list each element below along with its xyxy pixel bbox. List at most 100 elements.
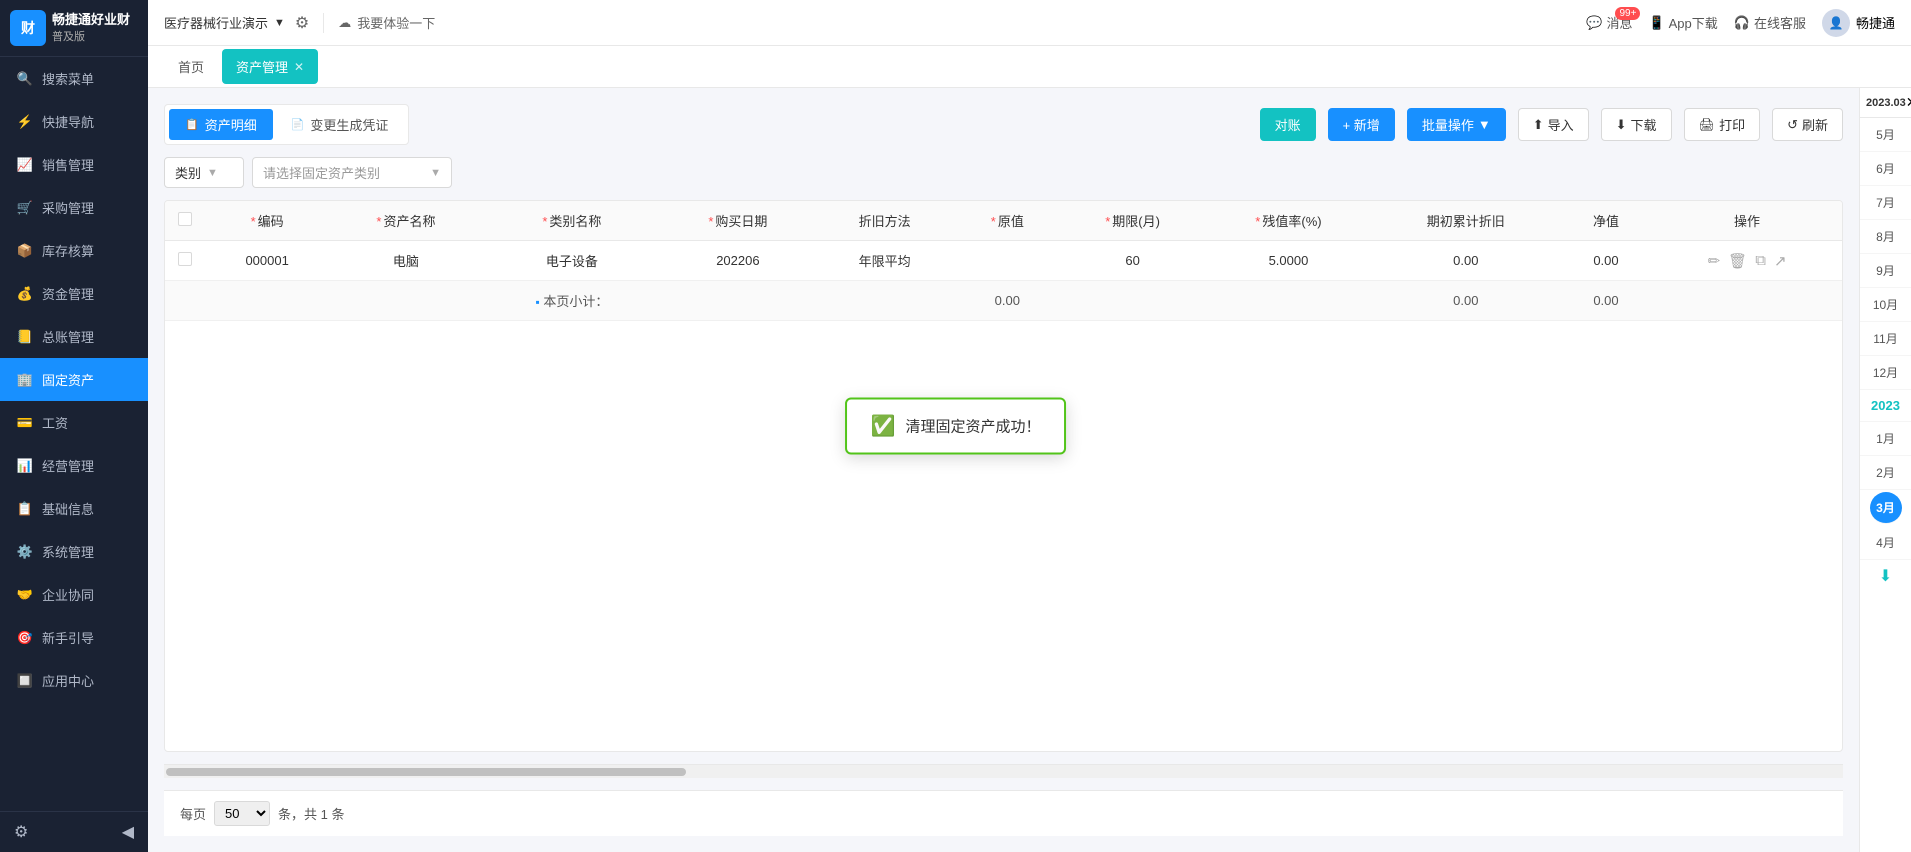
collapse-icon[interactable]: ◀ xyxy=(122,822,134,842)
down-arrow-icon[interactable]: ⬇ xyxy=(1860,560,1911,592)
row-initaccum: 0.00 xyxy=(1372,241,1560,281)
sidebar-item-search[interactable]: 🔍 搜索菜单 xyxy=(0,57,148,100)
col-actions: 操作 xyxy=(1652,201,1842,241)
row-checkbox[interactable] xyxy=(178,252,192,266)
app-download-button[interactable]: 📱 App下载 xyxy=(1648,13,1717,32)
sidebar-item-guide[interactable]: 🎯 新手引导 xyxy=(0,616,148,659)
experience-button[interactable]: ☁ 我要体验一下 xyxy=(338,13,435,32)
subtotal-empty8 xyxy=(1652,281,1842,321)
row-netvalue: 0.00 xyxy=(1560,241,1652,281)
sales-icon: 📈 xyxy=(16,156,34,174)
sidebar-item-appcenter[interactable]: 🔲 应用中心 xyxy=(0,659,148,702)
settings-icon[interactable]: ⚙ xyxy=(14,822,28,842)
sidebar-item-fixedassets[interactable]: 🏢 固定资产 xyxy=(0,358,148,401)
subtotal-empty5 xyxy=(815,281,955,321)
sidebar-item-cooperation[interactable]: 🤝 企业协同 xyxy=(0,573,148,616)
company-selector[interactable]: 医疗器械行业演示 ▼ xyxy=(164,13,285,32)
import-button[interactable]: ⬆ 导入 xyxy=(1518,108,1589,141)
refresh-button[interactable]: ↺ 刷新 xyxy=(1772,108,1843,141)
more-icon[interactable]: ↗ xyxy=(1774,252,1787,270)
month-sep[interactable]: 9月 xyxy=(1860,254,1911,288)
flash-icon: ⚡ xyxy=(16,113,34,131)
copy-icon[interactable]: ⧉ xyxy=(1755,252,1766,269)
sidebar-item-sales[interactable]: 📈 销售管理 xyxy=(0,143,148,186)
assets-icon: 🏢 xyxy=(16,371,34,389)
online-service-button[interactable]: 🎧 在线客服 xyxy=(1734,13,1806,32)
payroll-icon: 💳 xyxy=(16,414,34,432)
sidebar-item-inventory[interactable]: 📦 库存核算 xyxy=(0,229,148,272)
row-originalvalue xyxy=(955,241,1060,281)
select-all-checkbox[interactable] xyxy=(178,212,192,226)
gear-button[interactable]: ⚙ xyxy=(295,13,309,33)
close-tab-icon[interactable]: ✕ xyxy=(294,60,304,74)
month-apr[interactable]: 4月 xyxy=(1860,526,1911,560)
avatar: 👤 xyxy=(1822,9,1850,37)
chevron-down-icon: ▼ xyxy=(1478,117,1491,132)
month-oct[interactable]: 10月 xyxy=(1860,288,1911,322)
batch-button[interactable]: 批量操作 ▼ xyxy=(1407,108,1506,141)
month-may[interactable]: 5月 xyxy=(1860,118,1911,152)
company-name: 医疗器械行业演示 xyxy=(164,13,268,32)
sidebar-item-sysmanage[interactable]: ⚙️ 系统管理 xyxy=(0,530,148,573)
message-badge: 99+ xyxy=(1615,7,1640,20)
scrollbar-thumb[interactable] xyxy=(166,768,686,776)
pagination: 每页 50 100 200 条，共 1 条 xyxy=(164,790,1843,836)
sidebar: 财 畅捷通好业财 普及版 🔍 搜索菜单 ⚡ 快捷导航 📈 销售管理 🛒 采购管理… xyxy=(0,0,148,852)
download-button[interactable]: ⬇ 下载 xyxy=(1601,108,1672,141)
refresh-icon: ↺ xyxy=(1787,117,1798,133)
sidebar-item-purchase[interactable]: 🛒 采购管理 xyxy=(0,186,148,229)
sidebar-item-quicknav[interactable]: ⚡ 快捷导航 xyxy=(0,100,148,143)
subtotal-initaccum: 0.00 xyxy=(1372,281,1560,321)
sidebar-item-payroll[interactable]: 💳 工资 xyxy=(0,401,148,444)
import-icon: ⬆ xyxy=(1533,117,1544,133)
month-dec[interactable]: 12月 xyxy=(1860,356,1911,390)
content-area: 📋 资产明细 📄 变更生成凭证 对账 + 新增 批量操作 ▼ ⬆ xyxy=(148,88,1911,852)
tab-assets[interactable]: 资产管理 ✕ xyxy=(222,49,318,84)
month-nov[interactable]: 11月 xyxy=(1860,322,1911,356)
month-jul[interactable]: 7月 xyxy=(1860,186,1911,220)
message-button[interactable]: 💬 消息 99+ xyxy=(1586,13,1632,32)
subtab-vouchergen[interactable]: 📄 变更生成凭证 xyxy=(275,109,405,140)
col-residualrate: *残值率(%) xyxy=(1205,201,1372,241)
cooperation-icon: 🤝 xyxy=(16,586,34,604)
col-term: *期限(月) xyxy=(1060,201,1205,241)
sidebar-item-capital[interactable]: 💰 资金管理 xyxy=(0,272,148,315)
subtotal-empty1 xyxy=(165,281,205,321)
sidebar-item-basicinfo[interactable]: 📋 基础信息 xyxy=(0,487,148,530)
subtotal-empty3 xyxy=(329,281,482,321)
delete-icon[interactable]: 🗑 xyxy=(1728,252,1747,270)
download-icon: ⬇ xyxy=(1616,117,1627,133)
table-row: 000001 电脑 电子设备 202206 年限平均 60 5.0000 0.0… xyxy=(165,241,1842,281)
horizontal-scrollbar[interactable] xyxy=(164,764,1843,778)
row-checkbox-cell xyxy=(165,241,205,281)
cloud-icon: ☁ xyxy=(338,15,351,31)
row-purchasedate: 202206 xyxy=(661,241,814,281)
subtotal-empty7 xyxy=(1205,281,1372,321)
category-select[interactable]: 请选择固定资产类别 ▼ xyxy=(252,157,452,188)
row-depreciation: 年限平均 xyxy=(815,241,955,281)
month-jan[interactable]: 1月 xyxy=(1860,422,1911,456)
user-menu[interactable]: 👤 畅捷通 xyxy=(1822,9,1895,37)
month-jun[interactable]: 6月 xyxy=(1860,152,1911,186)
new-button[interactable]: + 新增 xyxy=(1328,108,1395,141)
month-feb[interactable]: 2月 xyxy=(1860,456,1911,490)
print-button[interactable]: 🖨 打印 xyxy=(1684,108,1761,141)
category-filter[interactable]: 类别 ▼ xyxy=(164,157,244,188)
subtab-assetlist[interactable]: 📋 资产明细 xyxy=(169,109,273,140)
close-panel-icon[interactable]: ✕ xyxy=(1906,94,1911,111)
right-panel-months: 5月 6月 7月 8月 9月 10月 11月 12月 2023 1月 2月 3月… xyxy=(1860,118,1911,852)
month-aug[interactable]: 8月 xyxy=(1860,220,1911,254)
sidebar-item-bizmanage[interactable]: 📊 经营管理 xyxy=(0,444,148,487)
edit-icon[interactable]: ✏ xyxy=(1708,252,1721,270)
action-icons: ✏ 🗑 ⧉ ↗ xyxy=(1664,252,1830,270)
ledger-icon: 📒 xyxy=(16,328,34,346)
col-originalvalue: *原值 xyxy=(955,201,1060,241)
tab-home[interactable]: 首页 xyxy=(164,49,218,84)
sidebar-item-ledger[interactable]: 📒 总账管理 xyxy=(0,315,148,358)
month-mar[interactable]: 3月 xyxy=(1870,492,1902,524)
filter-row: 类别 ▼ 请选择固定资产类别 ▼ xyxy=(164,157,1843,188)
page-size-select[interactable]: 50 100 200 xyxy=(214,801,270,826)
app-name: 畅捷通好业财 xyxy=(52,12,130,29)
account-button[interactable]: 对账 xyxy=(1260,108,1316,141)
success-toast: ✅ 清理固定资产成功！ xyxy=(845,398,1067,455)
